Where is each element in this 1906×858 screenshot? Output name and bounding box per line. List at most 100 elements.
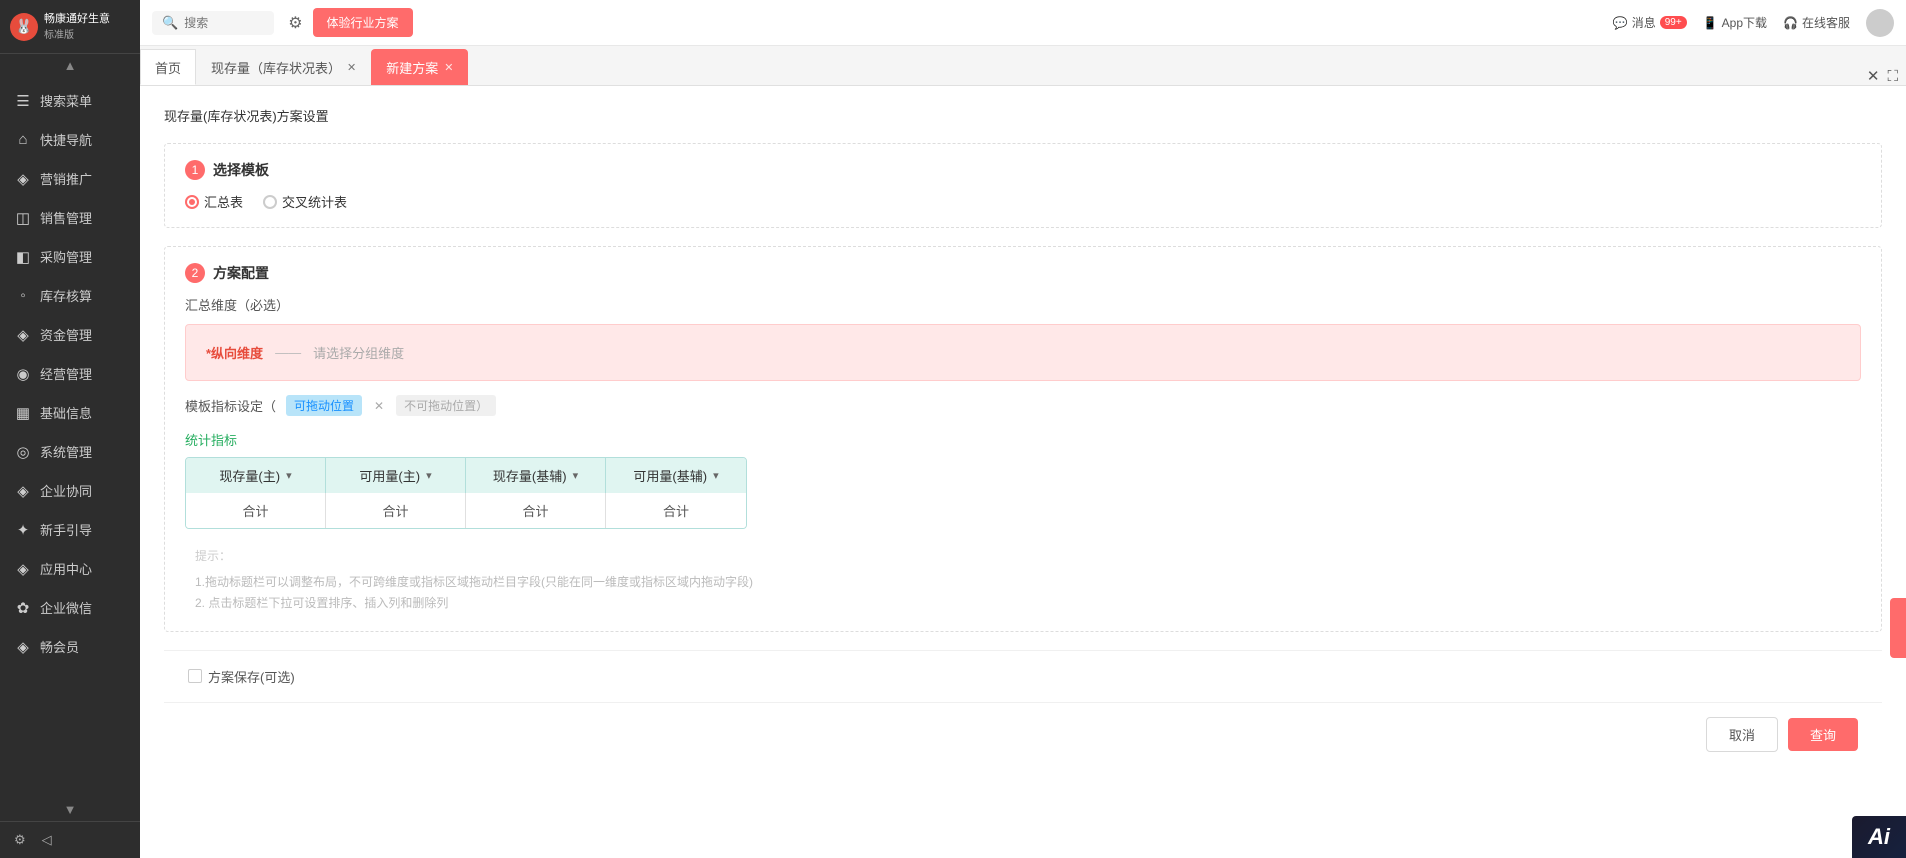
online-service-btn[interactable]: 🎧 在线客服 xyxy=(1783,14,1850,31)
gear-icon[interactable]: ⚙ xyxy=(288,13,302,33)
content-area: 现存量(库存状况表)方案设置 1 选择模板 汇总表 交叉统计表 xyxy=(140,86,1906,858)
save-checkbox[interactable] xyxy=(188,669,202,683)
sidebar-item-basic-info[interactable]: ▦ 基础信息 xyxy=(0,393,140,432)
tab-home[interactable]: 首页 xyxy=(140,49,196,85)
step1-badge: 1 xyxy=(185,160,205,180)
sidebar-item-label: 库存核算 xyxy=(40,286,92,305)
sidebar-item-wechat[interactable]: ✿ 企业微信 xyxy=(0,588,140,627)
sidebar-item-marketing[interactable]: ◈ 营销推广 xyxy=(0,159,140,198)
purchase-icon: ◧ xyxy=(14,248,32,266)
col-body-3: 合计 xyxy=(606,493,746,528)
x-mark: ✕ xyxy=(374,399,384,413)
topbar-right: 💬 消息 99+ 📱 App下载 🎧 在线客服 xyxy=(1613,9,1894,37)
ai-badge[interactable]: Ai xyxy=(1852,816,1906,858)
tip-0: 1.拖动标题栏可以调整布局，不可跨维度或指标区域拖动栏目字段(只能在同一维度或指… xyxy=(195,572,1861,594)
col-chevron-3[interactable]: ▾ xyxy=(713,469,719,482)
save-option-label: 方案保存(可选) xyxy=(208,667,295,686)
apps-icon: ◈ xyxy=(14,560,32,578)
app-download-btn[interactable]: 📱 App下载 xyxy=(1703,14,1767,31)
vertical-label: *纵向维度 xyxy=(206,343,263,362)
sidebar-item-apps[interactable]: ◈ 应用中心 xyxy=(0,549,140,588)
sidebar-item-label: 营销推广 xyxy=(40,169,92,188)
sidebar-item-label: 资金管理 xyxy=(40,325,92,344)
settings-icon[interactable]: ⚙ xyxy=(14,832,26,848)
not-draggable-chip: 不可拖动位置） xyxy=(396,395,496,416)
collapse-icon[interactable]: ◁ xyxy=(42,832,52,848)
window-expand-icon[interactable]: ⛶ xyxy=(1887,68,1898,85)
management-icon: ◉ xyxy=(14,365,32,383)
radio-summary-label: 汇总表 xyxy=(204,192,243,211)
sidebar-item-label: 经营管理 xyxy=(40,364,92,383)
message-icon: 💬 xyxy=(1613,16,1628,30)
sidebar-item-purchase[interactable]: ◧ 采购管理 xyxy=(0,237,140,276)
sidebar-item-search[interactable]: ☰ 搜索菜单 xyxy=(0,81,140,120)
stats-table-header: 现存量(主) ▾ 可用量(主) ▾ 现存量(基辅) ▾ xyxy=(186,458,746,493)
right-edge-handle[interactable] xyxy=(1890,598,1906,658)
tab-inventory-label: 现存量（库存状况表） xyxy=(211,58,341,77)
sidebar-item-enterprise[interactable]: ◈ 企业协同 xyxy=(0,471,140,510)
cancel-button[interactable]: 取消 xyxy=(1706,717,1778,752)
sidebar-scroll-up[interactable]: ▲ xyxy=(0,54,140,77)
col-chevron-0[interactable]: ▾ xyxy=(286,469,292,482)
tab-new-plan-close[interactable]: ✕ xyxy=(444,61,453,74)
app-download-label: App下载 xyxy=(1722,14,1767,31)
panel-title: 现存量(库存状况表)方案设置 xyxy=(164,106,1882,125)
query-button[interactable]: 查询 xyxy=(1788,718,1858,751)
col-chevron-2[interactable]: ▾ xyxy=(573,469,579,482)
window-close-icon[interactable]: ✕ xyxy=(1867,67,1880,85)
tip-1: 2. 点击标题栏下拉可设置排序、插入列和删除列 xyxy=(195,593,1861,615)
sidebar-item-label: 销售管理 xyxy=(40,208,92,227)
sidebar-item-label: 企业微信 xyxy=(40,598,92,617)
col-body-2: 合计 xyxy=(466,493,606,528)
dimension-placeholder[interactable]: 请选择分组维度 xyxy=(313,343,404,362)
col-header-1[interactable]: 可用量(主) ▾ xyxy=(326,458,466,493)
stats-label: 统计指标 xyxy=(185,430,1861,449)
step2-badge: 2 xyxy=(185,263,205,283)
app-version: 标准版 xyxy=(44,26,110,41)
main-panel: 现存量(库存状况表)方案设置 1 选择模板 汇总表 交叉统计表 xyxy=(140,86,1906,858)
step2-label: 方案配置 xyxy=(213,263,269,283)
sidebar-item-finance[interactable]: ◈ 资金管理 xyxy=(0,315,140,354)
tab-inventory[interactable]: 现存量（库存状况表） ✕ xyxy=(196,49,371,85)
sidebar-logo: 🐰 畅康通好生意 标准版 xyxy=(0,0,140,54)
industry-btn[interactable]: 体验行业方案 xyxy=(313,8,413,37)
window-controls: ✕ ⛶ xyxy=(1859,67,1906,85)
search-menu-icon: ☰ xyxy=(14,92,32,110)
app-name: 畅康通好生意 xyxy=(44,12,110,26)
sidebar-item-management[interactable]: ◉ 经营管理 xyxy=(0,354,140,393)
sidebar-item-system[interactable]: ◎ 系统管理 xyxy=(0,432,140,471)
col-chevron-1[interactable]: ▾ xyxy=(426,469,432,482)
messages-btn[interactable]: 💬 消息 99+ xyxy=(1613,14,1687,31)
radio-summary[interactable]: 汇总表 xyxy=(185,192,243,211)
sidebar-item-label: 应用中心 xyxy=(40,559,92,578)
tips-section: 提示： 1.拖动标题栏可以调整布局，不可跨维度或指标区域拖动栏目字段(只能在同一… xyxy=(185,546,1861,615)
col-body-1: 合计 xyxy=(326,493,466,528)
col-header-0[interactable]: 现存量(主) ▾ xyxy=(186,458,326,493)
sidebar-scroll-down[interactable]: ▼ xyxy=(0,798,140,821)
phone-icon: 📱 xyxy=(1703,16,1718,30)
dimension-box: *纵向维度 —— 请选择分组维度 xyxy=(185,324,1861,381)
step2-section: 2 方案配置 汇总维度（必选） *纵向维度 —— 请选择分组维度 模板指标设定（ xyxy=(164,246,1882,632)
tips-title: 提示： xyxy=(195,546,1861,568)
search-box[interactable]: 🔍 xyxy=(152,11,274,35)
marketing-icon: ◈ xyxy=(14,170,32,188)
col-body-0: 合计 xyxy=(186,493,326,528)
dimension-line: —— xyxy=(275,345,301,360)
sidebar-item-guide[interactable]: ✦ 新手引导 xyxy=(0,510,140,549)
radio-cross[interactable]: 交叉统计表 xyxy=(263,192,347,211)
col-header-2[interactable]: 现存量(基辅) ▾ xyxy=(466,458,606,493)
search-input[interactable] xyxy=(184,16,264,30)
tab-new-plan[interactable]: 新建方案 ✕ xyxy=(371,49,468,85)
sidebar-item-sales[interactable]: ◫ 销售管理 xyxy=(0,198,140,237)
sidebar-item-nav[interactable]: ⌂ 快捷导航 xyxy=(0,120,140,159)
messages-label: 消息 xyxy=(1632,14,1656,31)
user-avatar[interactable] xyxy=(1866,9,1894,37)
col-header-3[interactable]: 可用量(基辅) ▾ xyxy=(606,458,746,493)
sidebar-item-label: 采购管理 xyxy=(40,247,92,266)
col-header-label-2: 现存量(基辅) xyxy=(493,466,567,485)
tab-inventory-close[interactable]: ✕ xyxy=(347,61,356,74)
save-option: 方案保存(可选) xyxy=(164,650,1882,702)
sidebar-item-inventory[interactable]: ◦ 库存核算 xyxy=(0,276,140,315)
sidebar-item-member[interactable]: ◈ 畅会员 xyxy=(0,627,140,666)
step1-header: 1 选择模板 xyxy=(185,160,1861,180)
